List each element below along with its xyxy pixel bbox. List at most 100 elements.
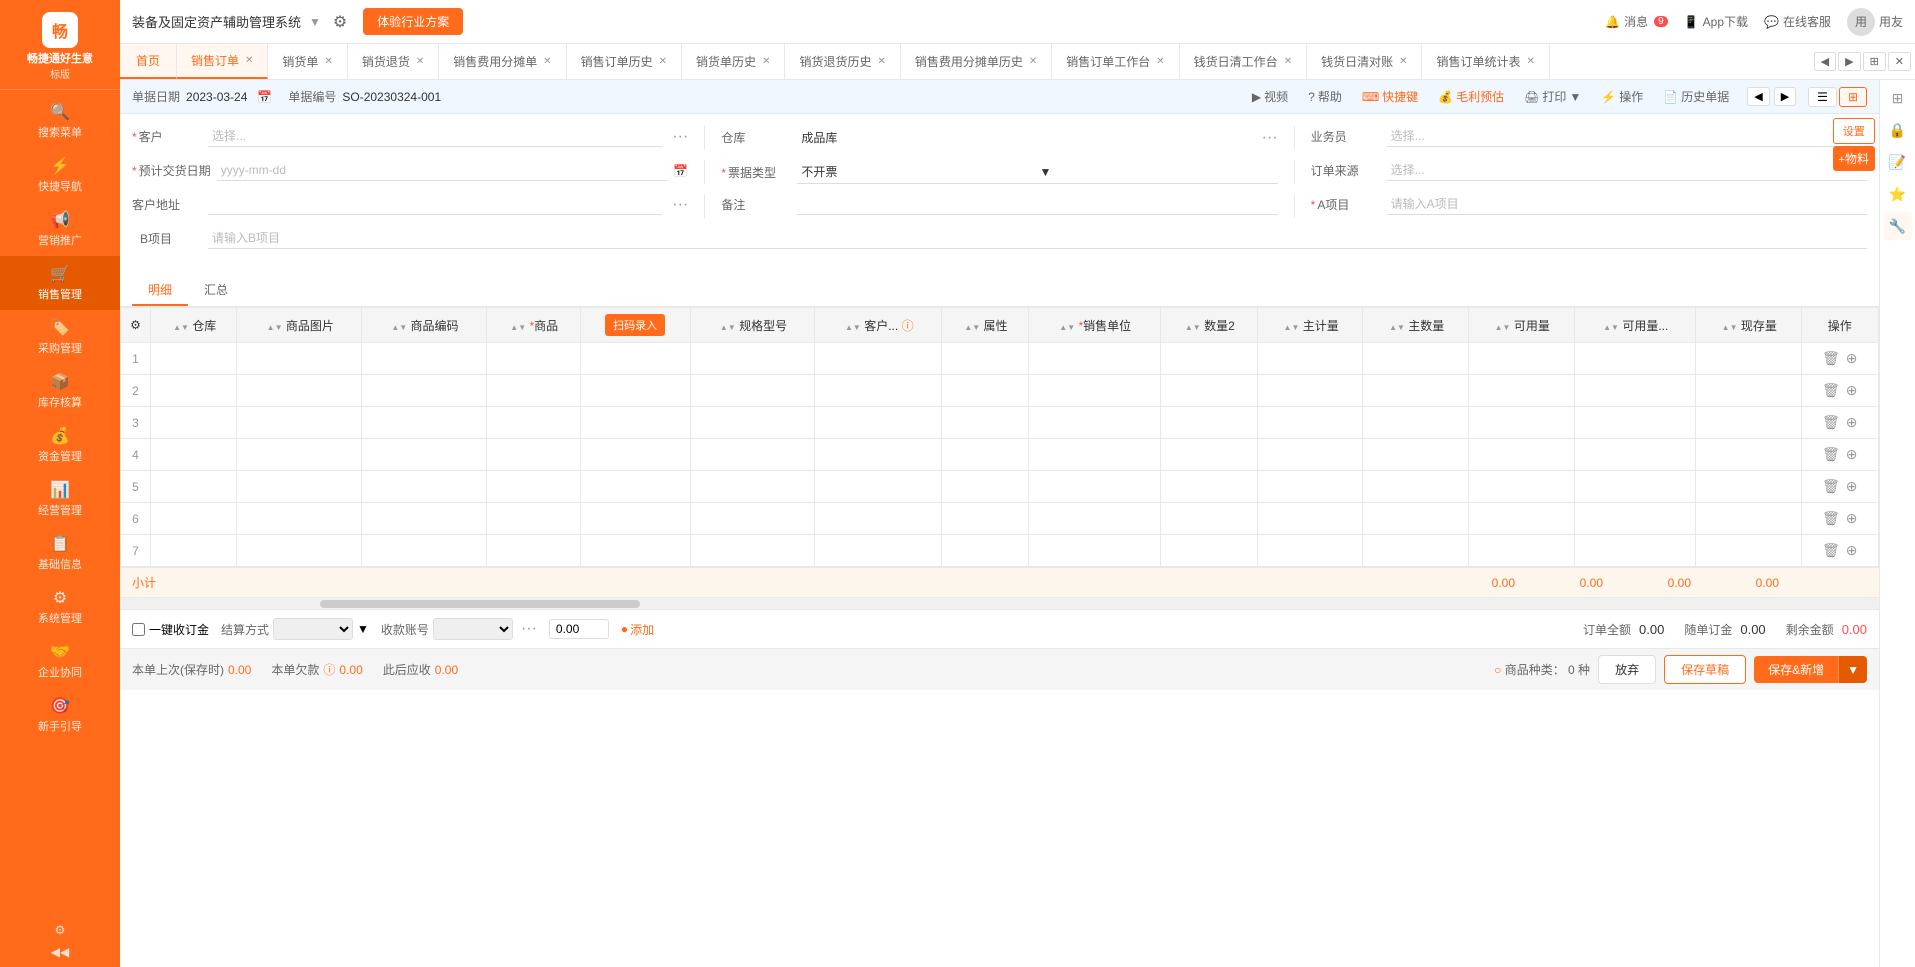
tab-sales-workbench[interactable]: 销售订单工作台 ✕ bbox=[1052, 44, 1179, 79]
calendar-icon[interactable]: 📅 bbox=[257, 90, 272, 104]
form-view-btn[interactable]: ⊞ bbox=[1839, 87, 1867, 107]
row-spec[interactable] bbox=[690, 343, 815, 375]
sidebar-item-marketing[interactable]: 📢 营销推广 bbox=[0, 202, 120, 256]
product-count-icon[interactable]: ○ bbox=[1494, 663, 1501, 677]
warehouse-dots[interactable]: ··· bbox=[1262, 129, 1278, 147]
row-warehouse[interactable] bbox=[151, 343, 237, 375]
copy-row-btn[interactable]: ⊕ bbox=[1844, 446, 1860, 463]
view-btn[interactable]: ▶ 视频 bbox=[1246, 86, 1294, 107]
save-new-dropdown-btn[interactable]: ▼ bbox=[1838, 656, 1867, 683]
right-panel-btn-4[interactable]: ⭐ bbox=[1884, 180, 1912, 208]
scan-button[interactable]: 扫码录入 bbox=[605, 314, 665, 336]
invoice-type-select[interactable]: 不开票 ▼ bbox=[797, 160, 1277, 184]
copy-row-btn[interactable]: ⊕ bbox=[1844, 350, 1860, 367]
tab-close-icon[interactable]: ✕ bbox=[762, 56, 770, 67]
tab-close-icon[interactable]: ✕ bbox=[416, 56, 424, 67]
app-download-btn[interactable]: 📱 App下载 bbox=[1684, 13, 1748, 30]
row-available[interactable] bbox=[1468, 343, 1574, 375]
delete-row-btn[interactable]: 🗑 bbox=[1820, 382, 1842, 399]
delete-row-btn[interactable]: 🗑 bbox=[1820, 542, 1842, 559]
save-draft-button[interactable]: 保存草稿 bbox=[1664, 655, 1746, 684]
sidebar-item-guide[interactable]: 🎯 新手引导 bbox=[0, 688, 120, 742]
tab-close-icon[interactable]: ✕ bbox=[1029, 56, 1037, 67]
app-dropdown-arrow[interactable]: ▼ bbox=[309, 15, 321, 29]
tab-daily-workbench[interactable]: 钱货日清工作台 ✕ bbox=[1180, 44, 1307, 79]
list-view-btn[interactable]: ☰ bbox=[1808, 87, 1837, 107]
history-btn[interactable]: 📄 历史单据 bbox=[1657, 86, 1735, 107]
app-settings-icon[interactable]: ⚙ bbox=[333, 12, 347, 32]
messages-btn[interactable]: 🔔 消息 9 bbox=[1605, 13, 1668, 30]
row-customer-code[interactable] bbox=[815, 343, 942, 375]
tab-prev-btn[interactable]: ◀ bbox=[1814, 52, 1836, 71]
help-btn[interactable]: ? 帮助 bbox=[1302, 86, 1348, 107]
scrollbar-track[interactable] bbox=[320, 600, 640, 608]
address-dots[interactable]: ··· bbox=[672, 196, 688, 214]
delete-row-btn[interactable]: 🗑 bbox=[1820, 478, 1842, 495]
sidebar-settings[interactable]: ⚙ bbox=[55, 923, 66, 937]
tab-close-icon[interactable]: ✕ bbox=[245, 55, 253, 66]
tab-close-icon[interactable]: ✕ bbox=[324, 56, 332, 67]
row-available2[interactable] bbox=[1574, 343, 1696, 375]
tab-sales-stats[interactable]: 销售订单统计表 ✕ bbox=[1422, 44, 1549, 79]
tab-sales-order[interactable]: 销售订单 ✕ bbox=[177, 44, 268, 79]
tab-more-btn[interactable]: ⊞ bbox=[1863, 52, 1886, 71]
right-panel-btn-2[interactable]: 🔒 bbox=[1884, 116, 1912, 144]
tab-close-all-btn[interactable]: ✕ bbox=[1888, 52, 1911, 71]
sidebar-item-enterprise[interactable]: 🤝 企业协同 bbox=[0, 634, 120, 688]
tab-sales-return[interactable]: 销货退货 ✕ bbox=[348, 44, 439, 79]
copy-row-btn[interactable]: ⊕ bbox=[1844, 510, 1860, 527]
print-btn[interactable]: 🖨 打印 ▼ bbox=[1518, 86, 1587, 107]
copy-row-btn[interactable]: ⊕ bbox=[1844, 382, 1860, 399]
copy-row-btn[interactable]: ⊕ bbox=[1844, 478, 1860, 495]
sidebar-item-basic-info[interactable]: 📋 基础信息 bbox=[0, 526, 120, 580]
save-new-button[interactable]: 保存&新增 bbox=[1754, 656, 1838, 683]
sidebar-collapse-btn[interactable]: ◀◀ bbox=[51, 945, 69, 959]
delete-row-btn[interactable]: 🗑 bbox=[1820, 414, 1842, 431]
row-main-qty[interactable] bbox=[1363, 343, 1469, 375]
sidebar-item-system[interactable]: ⚙ 系统管理 bbox=[0, 580, 120, 634]
tab-sales-expense[interactable]: 销售费用分摊单 ✕ bbox=[439, 44, 566, 79]
detail-tab-detail[interactable]: 明细 bbox=[132, 275, 188, 306]
customer-input[interactable] bbox=[208, 126, 662, 147]
tab-sales-invoice[interactable]: 销货单 ✕ bbox=[268, 44, 347, 79]
one-click-checkbox[interactable] bbox=[132, 623, 145, 636]
settlement-select[interactable] bbox=[273, 618, 353, 640]
tab-close-icon[interactable]: ✕ bbox=[1399, 56, 1407, 67]
account-select[interactable] bbox=[433, 618, 513, 640]
order-source-input[interactable] bbox=[1387, 160, 1867, 181]
payment-amount-input[interactable] bbox=[549, 619, 609, 639]
account-dots[interactable]: ··· bbox=[521, 620, 537, 638]
tab-invoice-history[interactable]: 销货单历史 ✕ bbox=[682, 44, 785, 79]
tab-home[interactable]: 首页 bbox=[120, 44, 177, 79]
info-icon[interactable]: ⓘ bbox=[323, 661, 335, 678]
tab-close-icon[interactable]: ✕ bbox=[1527, 56, 1535, 67]
row-stock[interactable] bbox=[1696, 343, 1802, 375]
right-panel-btn-5[interactable]: 🔧 bbox=[1884, 212, 1912, 240]
delivery-calendar-icon[interactable]: 📅 bbox=[673, 164, 688, 178]
row-unit[interactable] bbox=[1028, 343, 1160, 375]
sidebar-item-quicknav[interactable]: ⚡ 快捷导航 bbox=[0, 148, 120, 202]
copy-row-btn[interactable]: ⊕ bbox=[1844, 414, 1860, 431]
solution-button[interactable]: 体验行业方案 bbox=[363, 8, 463, 35]
right-panel-btn-1[interactable]: ⊞ bbox=[1884, 84, 1912, 112]
shortcut-btn[interactable]: ⌨ 快捷键 bbox=[1356, 86, 1424, 107]
add-material-btn[interactable]: +物料 bbox=[1833, 146, 1875, 171]
prev-record-btn[interactable]: ◀ bbox=[1747, 87, 1769, 106]
row-product[interactable] bbox=[486, 343, 580, 375]
tab-close-icon[interactable]: ✕ bbox=[877, 56, 885, 67]
row-qty2[interactable] bbox=[1160, 343, 1257, 375]
tab-close-icon[interactable]: ✕ bbox=[659, 56, 667, 67]
add-payment-btn[interactable]: ● 添加 bbox=[621, 621, 654, 638]
tab-return-history[interactable]: 销货退货历史 ✕ bbox=[785, 44, 900, 79]
row-code[interactable] bbox=[362, 343, 487, 375]
tab-daily-reconcile[interactable]: 钱货日清对账 ✕ bbox=[1307, 44, 1422, 79]
row-property[interactable] bbox=[942, 343, 1028, 375]
sidebar-item-finance[interactable]: 💰 资金管理 bbox=[0, 418, 120, 472]
user-btn[interactable]: 用 用友 bbox=[1847, 8, 1903, 36]
tab-close-icon[interactable]: ✕ bbox=[543, 56, 551, 67]
sidebar-item-operations[interactable]: 📊 经营管理 bbox=[0, 472, 120, 526]
row-image[interactable] bbox=[237, 343, 362, 375]
operation-btn[interactable]: ⚡ 操作 bbox=[1595, 86, 1649, 107]
settings-side-btn[interactable]: 设置 bbox=[1833, 118, 1875, 144]
memo-input[interactable] bbox=[797, 194, 1277, 215]
